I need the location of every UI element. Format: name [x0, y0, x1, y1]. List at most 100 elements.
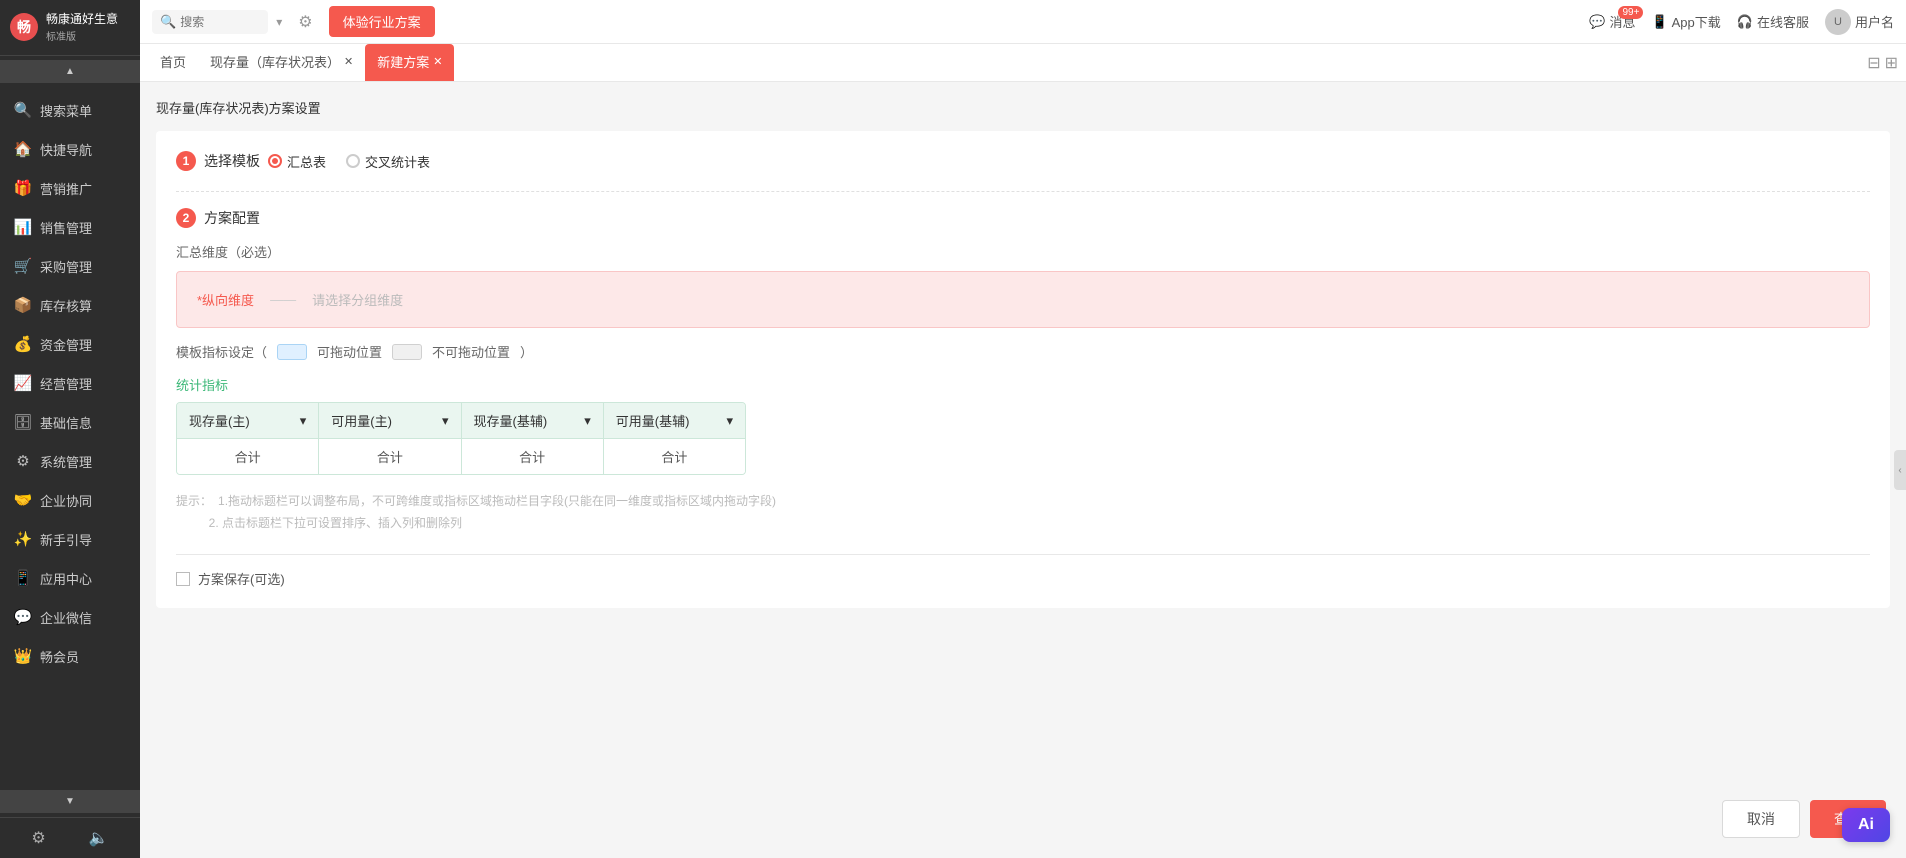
stats-table-header: 现存量(主) ▾ 可用量(主) ▾ 现存量(基辅) ▾ 可用量(基辅) — [177, 403, 745, 438]
col-avail-main-dropdown[interactable]: ▾ — [442, 413, 449, 429]
crown-icon: 👑 — [14, 647, 32, 665]
settings-icon[interactable]: ⚙ — [31, 828, 45, 848]
template-indicator-row: 模板指标设定（ 可拖动位置 不可拖动位置 ） — [176, 342, 1870, 361]
radio-cross[interactable]: 交叉统计表 — [346, 152, 430, 171]
step1-header: 1 选择模板 汇总表 交叉统计表 — [176, 151, 1870, 171]
tab-bar: 首页 现存量（库存状况表） ✕ 新建方案 ✕ ⊟ ⊞ — [140, 44, 1906, 82]
sidebar-item-finance[interactable]: 💰 资金管理 — [0, 325, 140, 364]
ops-icon: 📈 — [14, 374, 32, 392]
home-icon: 🏠 — [14, 140, 32, 158]
search-box[interactable]: 🔍 — [152, 10, 268, 34]
dropdown-icon[interactable]: ▾ — [276, 15, 282, 29]
tab-inventory-status[interactable]: 现存量（库存状况表） ✕ — [198, 44, 365, 81]
close-tab-inventory-icon[interactable]: ✕ — [344, 55, 353, 68]
expand-icon[interactable]: ⊞ — [1885, 53, 1898, 73]
sidebar-item-shortcut[interactable]: 🏠 快捷导航 — [0, 130, 140, 169]
col-avail-base-dropdown[interactable]: ▾ — [726, 413, 733, 429]
radio-summary[interactable]: 汇总表 — [268, 152, 326, 171]
tab-new-scheme[interactable]: 新建方案 ✕ — [365, 44, 454, 81]
sparkle-icon: ✨ — [14, 530, 32, 548]
col-avail-base[interactable]: 可用量(基辅) ▾ — [604, 403, 745, 438]
template-indicator-text: 模板指标设定（ — [176, 342, 267, 361]
sidebar-item-search[interactable]: 🔍 搜索菜单 — [0, 91, 140, 130]
col-base-qty-dropdown[interactable]: ▾ — [584, 413, 591, 429]
speaker-icon[interactable]: 🔈 — [89, 828, 109, 848]
money-icon: 💰 — [14, 335, 32, 353]
sidebar-item-member[interactable]: 👑 畅会员 — [0, 637, 140, 676]
col-base-qty[interactable]: 现存量(基辅) ▾ — [462, 403, 604, 438]
app-version: 标准版 — [46, 28, 118, 43]
sidebar-item-inventory[interactable]: 📦 库存核算 — [0, 286, 140, 325]
tip-0: 提示： 1.拖动标题栏可以调整布局，不可跨维度或指标区域拖动栏目字段(只能在同一… — [176, 491, 1870, 513]
col-main-qty[interactable]: 现存量(主) ▾ — [177, 403, 319, 438]
tab-new-scheme-label: 新建方案 — [377, 52, 429, 71]
minimize-icon[interactable]: ⊟ — [1867, 53, 1880, 73]
sidebar-scroll-up: ▲ — [0, 56, 140, 87]
non-draggable-label: 不可拖动位置 — [432, 342, 510, 361]
tip-title: 提示： — [176, 491, 212, 513]
sidebar-item-label: 企业协同 — [40, 491, 92, 510]
sidebar-item-label: 畅会员 — [40, 647, 79, 666]
sidebar-item-coop[interactable]: 🤝 企业协同 — [0, 481, 140, 520]
headset-icon: 🎧 — [1737, 14, 1753, 30]
radio-summary-label: 汇总表 — [287, 152, 326, 171]
topbar-right: 💬 消息 99+ 📱 App下载 🎧 在线客服 U 用户名 — [1589, 9, 1894, 35]
non-draggable-indicator-box — [392, 344, 422, 360]
service-label: 在线客服 — [1757, 12, 1809, 31]
user-name: 用户名 — [1855, 12, 1894, 31]
page-content: 现存量(库存状况表)方案设置 1 选择模板 汇总表 — [140, 82, 1906, 858]
cart-icon: 🛒 — [14, 257, 32, 275]
sidebar-item-purchase[interactable]: 🛒 采购管理 — [0, 247, 140, 286]
avatar: U — [1825, 9, 1851, 35]
sidebar-scroll-down: ▼ — [0, 786, 140, 817]
sidebar-item-apps[interactable]: 📱 应用中心 — [0, 559, 140, 598]
cancel-button[interactable]: 取消 — [1722, 800, 1800, 838]
sidebar-item-basic[interactable]: 🗄 基础信息 — [0, 403, 140, 442]
required-placeholder: 请选择分组维度 — [312, 290, 403, 309]
step2-number: 2 — [176, 208, 196, 228]
right-panel-handle[interactable]: ‹ — [1894, 450, 1906, 490]
chart-icon: 📊 — [14, 218, 32, 236]
save-row: 方案保存(可选) — [176, 554, 1870, 588]
col-avail-base-label: 可用量(基辅) — [616, 411, 690, 430]
sidebar-item-label: 搜索菜单 — [40, 101, 92, 120]
mobile-icon: 📱 — [14, 569, 32, 587]
ai-button[interactable]: Ai — [1842, 808, 1890, 842]
scroll-down-button[interactable]: ▼ — [0, 790, 140, 813]
sidebar-item-label: 应用中心 — [40, 569, 92, 588]
online-service-button[interactable]: 🎧 在线客服 — [1737, 12, 1809, 31]
col-main-qty-dropdown[interactable]: ▾ — [300, 413, 307, 429]
topbar-gear-icon[interactable]: ⚙ — [298, 12, 312, 32]
trial-button[interactable]: 体验行业方案 — [329, 6, 435, 37]
col-avail-main[interactable]: 可用量(主) ▾ — [319, 403, 461, 438]
scroll-up-button[interactable]: ▲ — [0, 60, 140, 83]
sidebar-item-sales[interactable]: 📊 销售管理 — [0, 208, 140, 247]
draggable-indicator-box — [277, 344, 307, 360]
sidebar-item-operation[interactable]: 📈 经营管理 — [0, 364, 140, 403]
scheme-panel: 1 选择模板 汇总表 交叉统计表 — [156, 131, 1890, 608]
tab-home[interactable]: 首页 — [148, 44, 198, 81]
sidebar-item-marketing[interactable]: 🎁 营销推广 — [0, 169, 140, 208]
required-field-label: *纵向维度 — [197, 290, 254, 309]
close-tab-new-scheme-icon[interactable]: ✕ — [433, 55, 442, 68]
cell-sum-2: 合计 — [462, 439, 604, 474]
message-icon: 💬 — [1589, 14, 1605, 30]
sidebar-item-label: 新手引导 — [40, 530, 92, 549]
col-main-qty-label: 现存量(主) — [189, 411, 250, 430]
radio-cross-label: 交叉统计表 — [365, 152, 430, 171]
save-checkbox[interactable] — [176, 572, 190, 586]
required-dimension-row: *纵向维度 —— 请选择分组维度 — [176, 271, 1870, 328]
sidebar-item-guide[interactable]: ✨ 新手引导 — [0, 520, 140, 559]
sidebar-item-label: 采购管理 — [40, 257, 92, 276]
sidebar-item-wechat[interactable]: 💬 企业微信 — [0, 598, 140, 637]
topbar-left: 🔍 ▾ ⚙ 体验行业方案 — [152, 6, 435, 37]
message-button[interactable]: 💬 消息 99+ — [1589, 12, 1635, 31]
user-menu[interactable]: U 用户名 — [1825, 9, 1894, 35]
sidebar-item-system[interactable]: ⚙ 系统管理 — [0, 442, 140, 481]
app-download-button[interactable]: 📱 App下载 — [1651, 12, 1720, 31]
search-input[interactable] — [180, 15, 260, 29]
page-title: 现存量(库存状况表)方案设置 — [156, 98, 1890, 117]
summary-dimension-label: 汇总维度（必选） — [176, 242, 1870, 261]
tip-1: 2. 点击标题栏下拉可设置排序、插入列和删除列 — [176, 513, 1870, 535]
cell-sum-3: 合计 — [604, 439, 745, 474]
